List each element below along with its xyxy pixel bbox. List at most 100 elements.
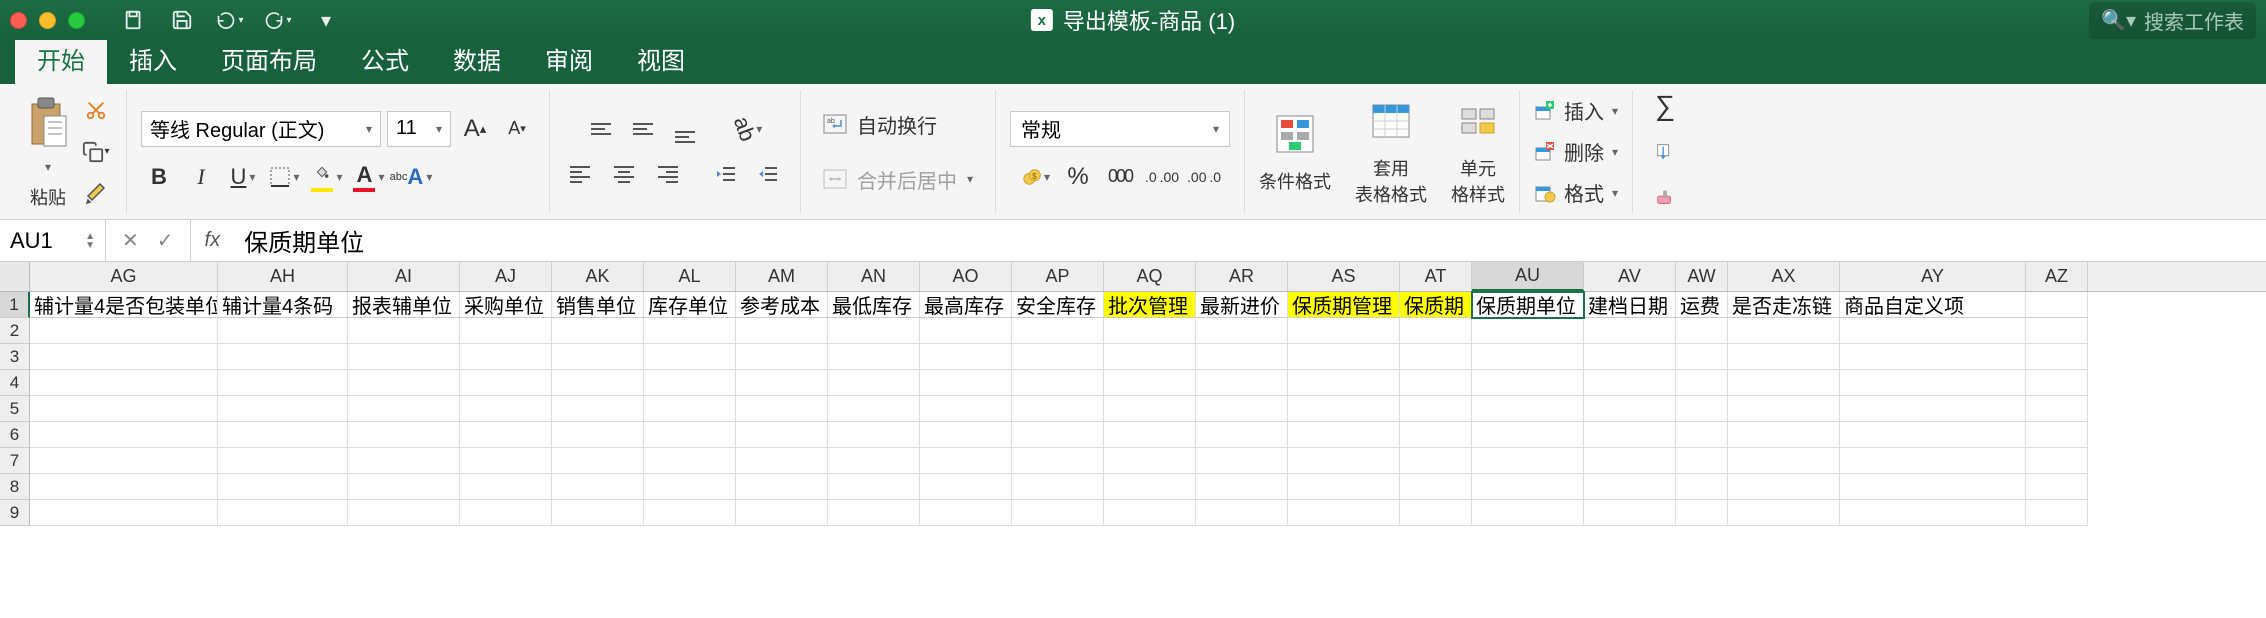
cell-AK2[interactable] — [552, 318, 644, 344]
cell-AU6[interactable] — [1472, 422, 1584, 448]
column-header-AW[interactable]: AW — [1676, 262, 1728, 291]
cell-AU2[interactable] — [1472, 318, 1584, 344]
cell-AX2[interactable] — [1728, 318, 1840, 344]
cell-AV1[interactable]: 建档日期 — [1584, 292, 1676, 318]
cell-AP9[interactable] — [1012, 500, 1104, 526]
cell-AR6[interactable] — [1196, 422, 1288, 448]
cell-AR5[interactable] — [1196, 396, 1288, 422]
row-header-8[interactable]: 8 — [0, 474, 30, 500]
cell-AS3[interactable] — [1288, 344, 1400, 370]
cell-AK1[interactable]: 销售单位 — [552, 292, 644, 318]
cell-AX9[interactable] — [1728, 500, 1840, 526]
cell-AN2[interactable] — [828, 318, 920, 344]
column-header-AL[interactable]: AL — [644, 262, 736, 291]
cell-AQ2[interactable] — [1104, 318, 1196, 344]
column-header-AJ[interactable]: AJ — [460, 262, 552, 291]
cell-AH3[interactable] — [218, 344, 348, 370]
font-color-button[interactable]: A▾ — [351, 161, 387, 193]
row-header-5[interactable]: 5 — [0, 396, 30, 422]
cell-AR1[interactable]: 最新进价 — [1196, 292, 1288, 318]
cell-AK8[interactable] — [552, 474, 644, 500]
decrease-indent-button[interactable] — [708, 159, 744, 191]
cell-AX8[interactable] — [1728, 474, 1840, 500]
cell-AK6[interactable] — [552, 422, 644, 448]
cell-AM1[interactable]: 参考成本 — [736, 292, 828, 318]
bold-button[interactable]: B — [141, 161, 177, 193]
cell-AL4[interactable] — [644, 370, 736, 396]
cell-AS5[interactable] — [1288, 396, 1400, 422]
column-header-AI[interactable]: AI — [348, 262, 460, 291]
cell-AY4[interactable] — [1840, 370, 2026, 396]
cell-AT1[interactable]: 保质期 — [1400, 292, 1472, 318]
cell-AS7[interactable] — [1288, 448, 1400, 474]
column-header-AH[interactable]: AH — [218, 262, 348, 291]
cell-AR2[interactable] — [1196, 318, 1288, 344]
cell-AO7[interactable] — [920, 448, 1012, 474]
cell-AR8[interactable] — [1196, 474, 1288, 500]
cell-AT2[interactable] — [1400, 318, 1472, 344]
row-header-4[interactable]: 4 — [0, 370, 30, 396]
paste-button[interactable] — [24, 94, 72, 154]
cell-AZ4[interactable] — [2026, 370, 2088, 396]
cell-AP4[interactable] — [1012, 370, 1104, 396]
cell-AX7[interactable] — [1728, 448, 1840, 474]
cell-AW5[interactable] — [1676, 396, 1728, 422]
column-header-AU[interactable]: AU — [1472, 262, 1584, 291]
column-header-AO[interactable]: AO — [920, 262, 1012, 291]
cell-AN4[interactable] — [828, 370, 920, 396]
fill-button[interactable] — [1647, 136, 1683, 168]
cell-AM8[interactable] — [736, 474, 828, 500]
cell-AP5[interactable] — [1012, 396, 1104, 422]
cell-AS4[interactable] — [1288, 370, 1400, 396]
column-header-AS[interactable]: AS — [1288, 262, 1400, 291]
cell-AM7[interactable] — [736, 448, 828, 474]
conditional-format-button[interactable]: 条件格式 — [1259, 110, 1331, 194]
close-window-button[interactable] — [10, 12, 27, 29]
cell-AQ4[interactable] — [1104, 370, 1196, 396]
increase-indent-button[interactable] — [750, 159, 786, 191]
ribbon-tab-5[interactable]: 审阅 — [523, 33, 615, 84]
copy-button[interactable]: ▾ — [80, 138, 112, 166]
cell-AU7[interactable] — [1472, 448, 1584, 474]
cell-AY1[interactable]: 商品自定义项 — [1840, 292, 2026, 318]
cell-AQ3[interactable] — [1104, 344, 1196, 370]
cell-AV7[interactable] — [1584, 448, 1676, 474]
cell-AK7[interactable] — [552, 448, 644, 474]
cell-AL5[interactable] — [644, 396, 736, 422]
cell-AY6[interactable] — [1840, 422, 2026, 448]
cell-AZ8[interactable] — [2026, 474, 2088, 500]
cell-AJ5[interactable] — [460, 396, 552, 422]
cell-AT3[interactable] — [1400, 344, 1472, 370]
percent-button[interactable]: % — [1060, 161, 1096, 193]
cell-AJ1[interactable]: 采购单位 — [460, 292, 552, 318]
cell-AV8[interactable] — [1584, 474, 1676, 500]
align-center-button[interactable] — [606, 161, 642, 189]
cell-AH6[interactable] — [218, 422, 348, 448]
font-name-select[interactable]: 等线 Regular (正文)▾ — [141, 111, 381, 147]
cell-AS8[interactable] — [1288, 474, 1400, 500]
cell-AI4[interactable] — [348, 370, 460, 396]
cell-AO5[interactable] — [920, 396, 1012, 422]
select-all-corner[interactable] — [0, 262, 30, 291]
cell-AI2[interactable] — [348, 318, 460, 344]
cell-AN6[interactable] — [828, 422, 920, 448]
formula-input[interactable] — [234, 220, 2266, 261]
cell-AJ6[interactable] — [460, 422, 552, 448]
autosave-icon[interactable] — [120, 6, 148, 34]
cell-AX3[interactable] — [1728, 344, 1840, 370]
ribbon-tab-1[interactable]: 插入 — [107, 33, 199, 84]
fill-color-button[interactable]: ▾ — [309, 161, 345, 193]
clear-button[interactable] — [1647, 182, 1683, 214]
column-header-AV[interactable]: AV — [1584, 262, 1676, 291]
row-header-1[interactable]: 1 — [0, 292, 30, 318]
cell-AT8[interactable] — [1400, 474, 1472, 500]
search-sheet-input[interactable]: 🔍▾ 搜索工作表 — [2089, 2, 2256, 39]
cell-AR7[interactable] — [1196, 448, 1288, 474]
cell-AV6[interactable] — [1584, 422, 1676, 448]
cell-AZ2[interactable] — [2026, 318, 2088, 344]
cell-AL9[interactable] — [644, 500, 736, 526]
cell-AK9[interactable] — [552, 500, 644, 526]
cell-AT7[interactable] — [1400, 448, 1472, 474]
cell-AM9[interactable] — [736, 500, 828, 526]
cell-AX6[interactable] — [1728, 422, 1840, 448]
